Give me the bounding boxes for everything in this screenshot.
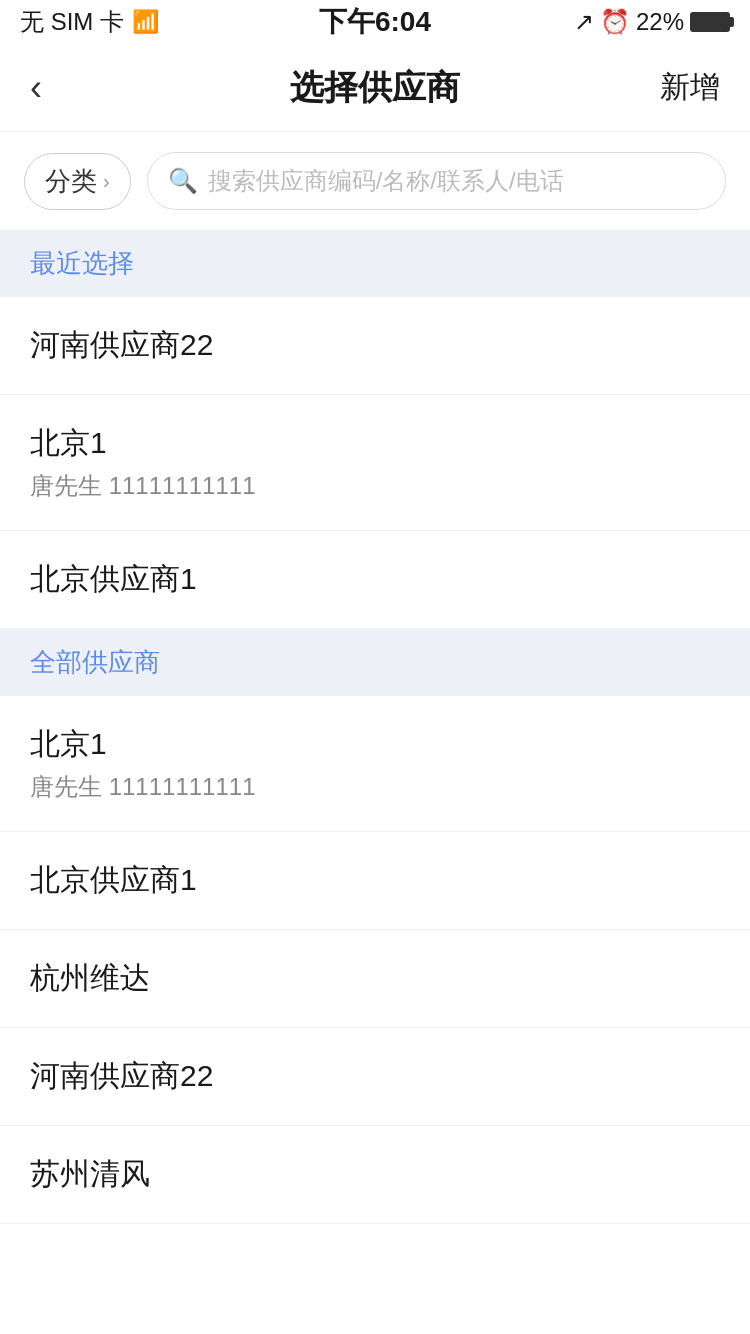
wifi-icon: 📶 <box>132 9 159 35</box>
search-placeholder: 搜索供应商编码/名称/联系人/电话 <box>208 165 564 197</box>
location-icon: ↗ <box>574 8 594 36</box>
no-sim-text: 无 SIM 卡 <box>20 6 124 38</box>
list-item-all-2[interactable]: 杭州维达 <box>0 930 750 1028</box>
list-item-recent-1[interactable]: 北京1 唐先生 11111111111 <box>0 395 750 531</box>
list-item-all-4[interactable]: 苏州清风 <box>0 1126 750 1224</box>
filter-bar: 分类 › 🔍 搜索供应商编码/名称/联系人/电话 <box>0 132 750 230</box>
back-button[interactable]: ‹ <box>20 57 52 119</box>
battery-icon <box>690 12 730 32</box>
item-name: 河南供应商22 <box>30 1056 720 1097</box>
battery-text: 22% <box>636 8 684 36</box>
item-name: 北京供应商1 <box>30 559 720 600</box>
status-left: 无 SIM 卡 📶 <box>20 6 159 38</box>
supplier-list: 最近选择河南供应商22 北京1 唐先生 11111111111 北京供应商1 全部供应商… <box>0 230 750 1224</box>
category-label: 分类 <box>45 164 97 199</box>
list-item-all-3[interactable]: 河南供应商22 <box>0 1028 750 1126</box>
status-time: 下午6:04 <box>319 3 431 41</box>
item-name: 杭州维达 <box>30 958 720 999</box>
item-contact: 唐先生 11111111111 <box>30 771 720 803</box>
list-item-recent-0[interactable]: 河南供应商22 <box>0 297 750 395</box>
search-box[interactable]: 🔍 搜索供应商编码/名称/联系人/电话 <box>147 152 726 210</box>
item-name: 苏州清风 <box>30 1154 720 1195</box>
section-header-all: 全部供应商 <box>0 629 750 696</box>
item-name: 北京1 <box>30 724 720 765</box>
item-name: 北京供应商1 <box>30 860 720 901</box>
chevron-right-icon: › <box>103 170 110 193</box>
status-bar: 无 SIM 卡 📶 下午6:04 ↗ ⏰ 22% <box>0 0 750 44</box>
category-button[interactable]: 分类 › <box>24 153 131 210</box>
add-button[interactable]: 新增 <box>660 67 720 108</box>
section-header-recent: 最近选择 <box>0 230 750 297</box>
item-contact: 唐先生 11111111111 <box>30 470 720 502</box>
item-name: 河南供应商22 <box>30 325 720 366</box>
status-right: ↗ ⏰ 22% <box>574 8 730 36</box>
nav-bar: ‹ 选择供应商 新增 <box>0 44 750 132</box>
page-title: 选择供应商 <box>290 65 460 111</box>
search-icon: 🔍 <box>168 167 198 195</box>
list-item-all-0[interactable]: 北京1 唐先生 11111111111 <box>0 696 750 832</box>
item-name: 北京1 <box>30 423 720 464</box>
alarm-icon: ⏰ <box>600 8 630 36</box>
list-item-all-1[interactable]: 北京供应商1 <box>0 832 750 930</box>
list-item-recent-2[interactable]: 北京供应商1 <box>0 531 750 629</box>
